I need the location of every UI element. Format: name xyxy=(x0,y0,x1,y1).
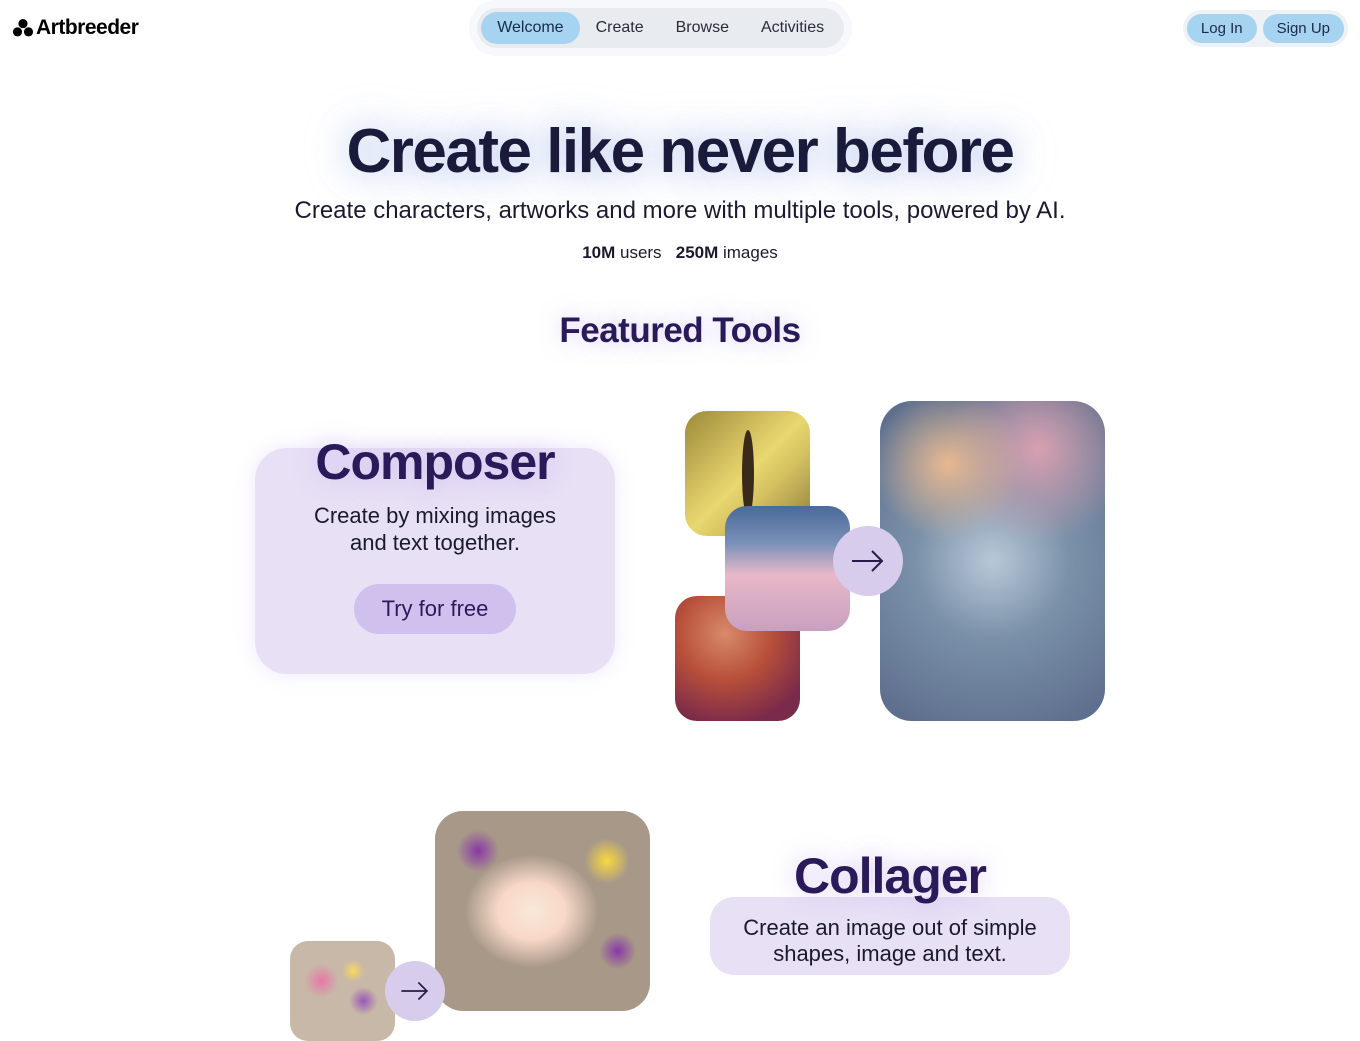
composer-result-image xyxy=(880,401,1105,721)
composer-section: Composer Create by mixing images and tex… xyxy=(0,401,1360,721)
featured-tools-title: Featured Tools xyxy=(0,311,1360,351)
collager-card: Collager Create an image out of simple s… xyxy=(710,847,1070,976)
auth-buttons: Log In Sign Up xyxy=(1183,10,1348,47)
login-button[interactable]: Log In xyxy=(1187,14,1257,43)
collager-desc: Create an image out of simple shapes, im… xyxy=(738,915,1042,968)
collager-desc-container: Create an image out of simple shapes, im… xyxy=(710,897,1070,976)
arrow-right-icon xyxy=(385,961,445,1021)
stat-users-num: 10M xyxy=(582,243,615,262)
composer-title: Composer xyxy=(300,433,570,491)
main-nav: Welcome Create Browse Activities xyxy=(477,8,844,48)
composer-card: Composer Create by mixing images and tex… xyxy=(255,448,615,674)
stat-images-label: images xyxy=(718,243,778,262)
stat-images-num: 250M xyxy=(676,243,719,262)
nav-activities[interactable]: Activities xyxy=(745,12,840,44)
nav-create[interactable]: Create xyxy=(580,12,660,44)
hero: Create like never before Create characte… xyxy=(0,56,1360,263)
signup-button[interactable]: Sign Up xyxy=(1263,14,1344,43)
composer-input-image-3 xyxy=(725,506,850,631)
collager-visual xyxy=(290,811,650,1011)
composer-try-button[interactable]: Try for free xyxy=(354,584,517,634)
hero-stats: 10M users 250M images xyxy=(0,243,1360,263)
hero-title: Create like never before xyxy=(346,116,1013,187)
header: Artbreeder Welcome Create Browse Activit… xyxy=(0,0,1360,56)
collager-section: Collager Create an image out of simple s… xyxy=(0,811,1360,1011)
composer-visual xyxy=(675,401,1105,721)
arrow-right-icon xyxy=(833,526,903,596)
collager-input-image xyxy=(290,941,395,1041)
brand-name: Artbreeder xyxy=(36,16,138,40)
composer-desc: Create by mixing images and text togethe… xyxy=(300,503,570,556)
hero-subtitle: Create characters, artworks and more wit… xyxy=(0,197,1360,225)
nav-browse[interactable]: Browse xyxy=(660,12,745,44)
collager-result-image xyxy=(435,811,650,1011)
collager-title: Collager xyxy=(710,847,1070,905)
logo[interactable]: Artbreeder xyxy=(12,16,138,40)
nav-welcome[interactable]: Welcome xyxy=(481,12,579,44)
stat-users-label: users xyxy=(615,243,661,262)
logo-icon xyxy=(12,19,34,37)
